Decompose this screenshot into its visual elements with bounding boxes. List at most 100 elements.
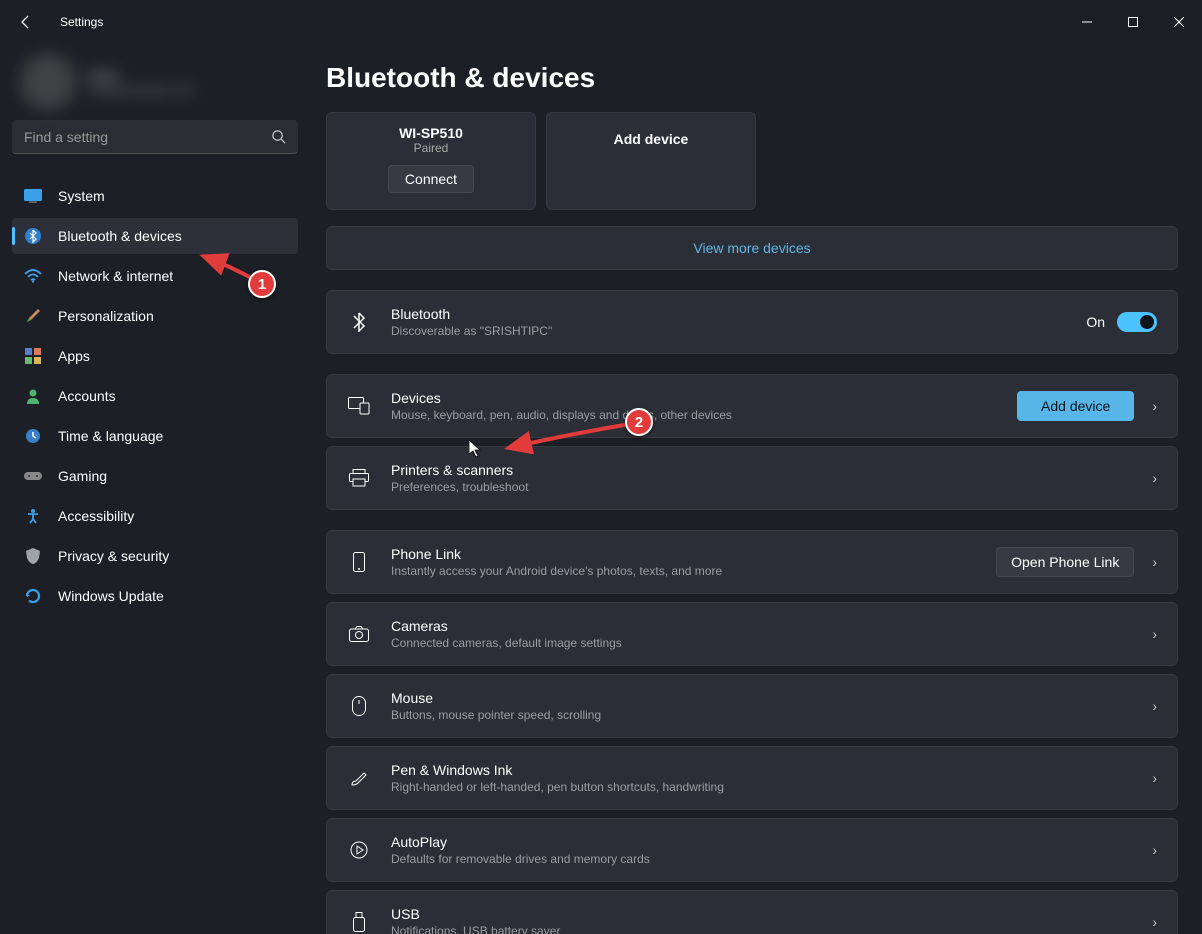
chevron-right-icon: ›: [1152, 698, 1157, 714]
person-icon: [24, 387, 42, 405]
setting-title: Pen & Windows Ink: [391, 762, 1152, 778]
chevron-right-icon: ›: [1152, 398, 1157, 414]
nav-accessibility[interactable]: Accessibility: [12, 498, 298, 534]
system-icon: [24, 187, 42, 205]
setting-subtitle: Mouse, keyboard, pen, audio, displays an…: [391, 408, 1017, 422]
nav-list: System Bluetooth & devices Network & int…: [12, 178, 298, 614]
nav-system[interactable]: System: [12, 178, 298, 214]
devices-row[interactable]: Devices Mouse, keyboard, pen, audio, dis…: [326, 374, 1178, 438]
sidebar: User user@example.com System Bluetooth &…: [0, 44, 310, 934]
toggle-label: On: [1086, 314, 1105, 330]
nav-time-language[interactable]: Time & language: [12, 418, 298, 454]
bluetooth-icon: [24, 227, 42, 245]
usb-row[interactable]: USB Notifications, USB battery saver ›: [326, 890, 1178, 934]
setting-title: Mouse: [391, 690, 1152, 706]
nav-personalization[interactable]: Personalization: [12, 298, 298, 334]
setting-subtitle: Preferences, troubleshoot: [391, 480, 1152, 494]
camera-icon: [347, 626, 371, 642]
minimize-button[interactable]: [1064, 6, 1110, 38]
setting-subtitle: Notifications, USB battery saver: [391, 924, 1152, 934]
add-device-label: Add device: [614, 131, 689, 147]
nav-label: Personalization: [58, 308, 154, 324]
avatar: [20, 54, 76, 110]
apps-icon: [24, 347, 42, 365]
printer-icon: [347, 469, 371, 487]
user-name: User: [88, 67, 195, 83]
phone-link-row[interactable]: Phone Link Instantly access your Android…: [326, 530, 1178, 594]
phone-icon: [347, 552, 371, 572]
annotation-badge-1: 1: [248, 270, 276, 298]
close-button[interactable]: [1156, 6, 1202, 38]
chevron-right-icon: ›: [1152, 770, 1157, 786]
nav-label: System: [58, 188, 105, 204]
bluetooth-toggle-switch[interactable]: [1117, 312, 1157, 332]
setting-subtitle: Defaults for removable drives and memory…: [391, 852, 1152, 866]
annotation-badge-2: 2: [625, 408, 653, 436]
page-title: Bluetooth & devices: [326, 62, 1178, 94]
search-input[interactable]: [24, 129, 271, 145]
view-more-devices[interactable]: View more devices: [326, 226, 1178, 270]
add-device-button[interactable]: Add device: [1017, 391, 1134, 421]
nav-privacy-security[interactable]: Privacy & security: [12, 538, 298, 574]
chevron-right-icon: ›: [1152, 470, 1157, 486]
search-icon: [271, 129, 286, 144]
printers-scanners-row[interactable]: Printers & scanners Preferences, trouble…: [326, 446, 1178, 510]
devices-icon: [347, 397, 371, 415]
pen-icon: [347, 769, 371, 787]
view-more-label: View more devices: [693, 240, 810, 256]
accessibility-icon: [24, 507, 42, 525]
add-device-card[interactable]: Add device: [546, 112, 756, 210]
nav-label: Apps: [58, 348, 90, 364]
clock-icon: [24, 427, 42, 445]
nav-windows-update[interactable]: Windows Update: [12, 578, 298, 614]
brush-icon: [24, 307, 42, 325]
nav-apps[interactable]: Apps: [12, 338, 298, 374]
user-profile[interactable]: User user@example.com: [12, 44, 298, 120]
user-email: user@example.com: [88, 83, 195, 97]
paired-device-card[interactable]: WI-SP510 Paired Connect: [326, 112, 536, 210]
back-button[interactable]: [8, 4, 44, 40]
open-phone-link-button[interactable]: Open Phone Link: [996, 547, 1134, 577]
nav-label: Accounts: [58, 388, 116, 404]
usb-icon: [347, 912, 371, 932]
setting-subtitle: Right-handed or left-handed, pen button …: [391, 780, 1152, 794]
setting-subtitle: Buttons, mouse pointer speed, scrolling: [391, 708, 1152, 722]
setting-subtitle: Discoverable as "SRISHTIPC": [391, 324, 1086, 338]
search-box[interactable]: [12, 120, 298, 154]
nav-label: Bluetooth & devices: [58, 228, 182, 244]
nav-bluetooth-devices[interactable]: Bluetooth & devices: [12, 218, 298, 254]
bluetooth-icon: [347, 312, 371, 332]
connect-button[interactable]: Connect: [388, 165, 474, 193]
setting-title: Phone Link: [391, 546, 996, 562]
mouse-row[interactable]: Mouse Buttons, mouse pointer speed, scro…: [326, 674, 1178, 738]
setting-title: Printers & scanners: [391, 462, 1152, 478]
bluetooth-toggle-row[interactable]: Bluetooth Discoverable as "SRISHTIPC" On: [326, 290, 1178, 354]
nav-label: Windows Update: [58, 588, 164, 604]
nav-label: Gaming: [58, 468, 107, 484]
nav-label: Network & internet: [58, 268, 173, 284]
setting-title: AutoPlay: [391, 834, 1152, 850]
wifi-icon: [24, 267, 42, 285]
shield-icon: [24, 547, 42, 565]
nav-label: Accessibility: [58, 508, 134, 524]
device-name: WI-SP510: [399, 125, 463, 141]
cameras-row[interactable]: Cameras Connected cameras, default image…: [326, 602, 1178, 666]
pen-ink-row[interactable]: Pen & Windows Ink Right-handed or left-h…: [326, 746, 1178, 810]
cursor-icon: [469, 440, 483, 458]
autoplay-row[interactable]: AutoPlay Defaults for removable drives a…: [326, 818, 1178, 882]
setting-title: Devices: [391, 390, 1017, 406]
window-title: Settings: [60, 15, 103, 29]
mouse-icon: [347, 696, 371, 716]
nav-label: Privacy & security: [58, 548, 169, 564]
maximize-button[interactable]: [1110, 6, 1156, 38]
titlebar: Settings: [0, 0, 1202, 44]
nav-accounts[interactable]: Accounts: [12, 378, 298, 414]
setting-subtitle: Instantly access your Android device's p…: [391, 564, 996, 578]
device-status: Paired: [414, 141, 449, 155]
autoplay-icon: [347, 841, 371, 859]
content-area: Bluetooth & devices WI-SP510 Paired Conn…: [310, 44, 1202, 934]
setting-title: Bluetooth: [391, 306, 1086, 322]
chevron-right-icon: ›: [1152, 554, 1157, 570]
nav-gaming[interactable]: Gaming: [12, 458, 298, 494]
nav-label: Time & language: [58, 428, 163, 444]
